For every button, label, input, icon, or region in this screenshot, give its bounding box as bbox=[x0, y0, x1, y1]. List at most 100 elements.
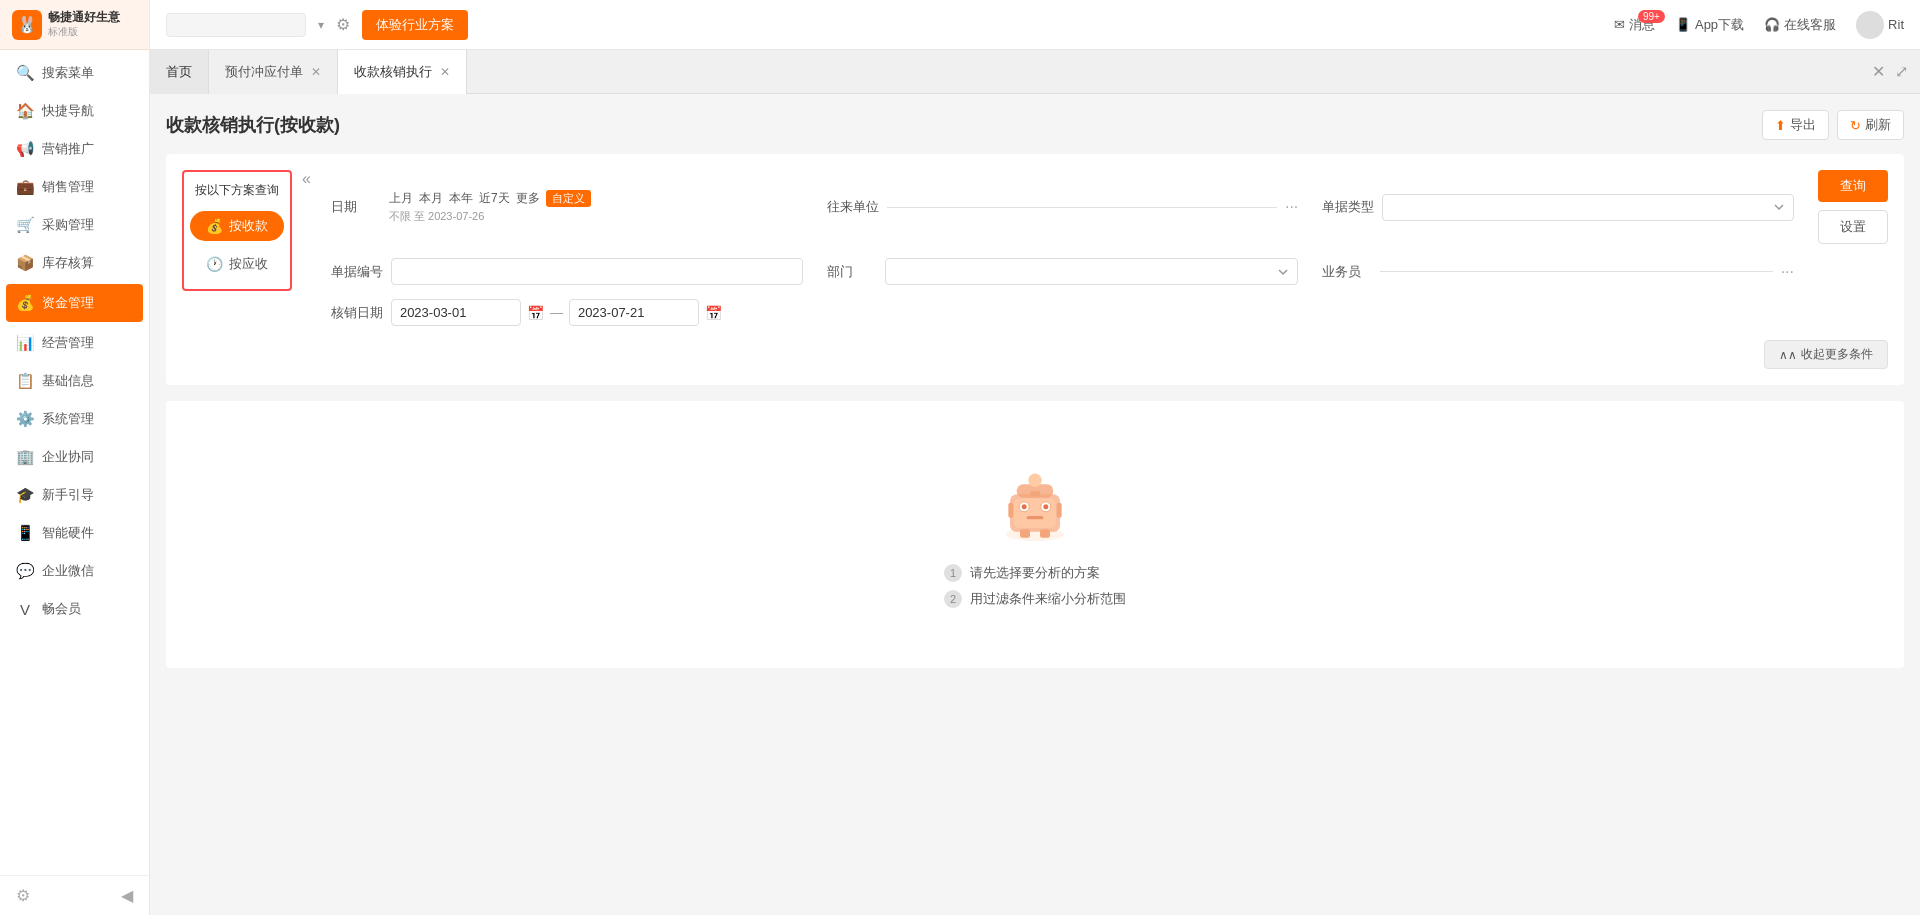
query-btn[interactable]: 查询 bbox=[1818, 170, 1888, 202]
collapse-conditions-btn[interactable]: ∧∧ 收起更多条件 bbox=[1764, 340, 1888, 369]
filter-by-receipt[interactable]: 💰 按收款 bbox=[190, 211, 284, 241]
sidebar-item-purchase[interactable]: 🛒采购管理 bbox=[0, 206, 149, 244]
tab-prepay-label: 预付冲应付单 bbox=[225, 63, 303, 81]
refresh-btn[interactable]: ↻ 刷新 bbox=[1837, 110, 1904, 140]
svg-rect-8 bbox=[1008, 503, 1013, 518]
date-this-month[interactable]: 本月 bbox=[419, 190, 443, 207]
sidebar-icon-enterprise: 🏢 bbox=[16, 448, 34, 466]
export-btn[interactable]: ⬆ 导出 bbox=[1762, 110, 1829, 140]
sidebar-item-finance[interactable]: 💰 资金管理 bbox=[6, 284, 143, 322]
sidebar-icon-sales: 💼 bbox=[16, 178, 34, 196]
sidebar-item-quick-nav[interactable]: 🏠快捷导航 bbox=[0, 92, 149, 130]
collapse-filter-sidebar-btn[interactable]: « bbox=[298, 170, 315, 188]
app-download-label: App下载 bbox=[1695, 16, 1744, 34]
app-icon: 📱 bbox=[1675, 17, 1691, 32]
sidebar-item-member[interactable]: V畅会员 bbox=[0, 590, 149, 628]
date-label: 日期 bbox=[331, 198, 381, 216]
user-display[interactable]: Rit bbox=[1856, 11, 1904, 39]
logo-text: 畅捷通好生意 标准版 bbox=[48, 10, 120, 40]
sidebar-item-wecom[interactable]: 💬企业微信 bbox=[0, 552, 149, 590]
bill-no-input[interactable] bbox=[391, 258, 803, 285]
bill-type-select[interactable] bbox=[1382, 194, 1794, 221]
collapse-sidebar-icon[interactable]: ◀ bbox=[121, 886, 133, 905]
tab-prepay[interactable]: 预付冲应付单 ✕ bbox=[209, 50, 338, 94]
verify-date-start-icon[interactable]: 📅 bbox=[527, 305, 544, 321]
dropdown-icon[interactable]: ▾ bbox=[318, 18, 324, 32]
empty-state: 1 请先选择要分析的方案 2 用过滤条件来缩小分析范围 bbox=[166, 401, 1904, 668]
tip-num-2: 2 bbox=[944, 590, 962, 608]
tip-text-1: 请先选择要分析的方案 bbox=[970, 564, 1100, 582]
filter-group-bill-no: 单据编号 bbox=[331, 258, 803, 285]
filter-row-3: 核销日期 📅 — 📅 bbox=[331, 299, 1888, 326]
sidebar-item-guide[interactable]: 🎓 新手引导 bbox=[0, 476, 149, 514]
sidebar-icon-finance: 💰 bbox=[16, 294, 34, 312]
svg-rect-7 bbox=[1027, 516, 1044, 519]
online-service-btn[interactable]: 🎧 在线客服 bbox=[1764, 16, 1836, 34]
topbar-right: ✉ 消息 99+ 📱 App下载 🎧 在线客服 Rit bbox=[1614, 11, 1904, 39]
topbar-gear-icon[interactable]: ⚙ bbox=[336, 15, 350, 34]
sidebar-item-inventory[interactable]: 📦库存核算 bbox=[0, 244, 149, 282]
setting-btn[interactable]: 设置 bbox=[1818, 210, 1888, 244]
sidebar-label-finance: 资金管理 bbox=[42, 294, 94, 312]
date-last-month[interactable]: 上月 bbox=[389, 190, 413, 207]
maximize-icon[interactable]: ⤢ bbox=[1895, 62, 1908, 81]
message-icon: ✉ bbox=[1614, 17, 1625, 32]
sidebar-icon-guide: 🎓 bbox=[16, 486, 34, 504]
svg-rect-11 bbox=[1040, 529, 1050, 537]
sidebar-icon-member: V bbox=[16, 601, 34, 618]
tab-prepay-close[interactable]: ✕ bbox=[311, 65, 321, 79]
bill-type-label: 单据类型 bbox=[1322, 198, 1374, 216]
sidebar-item-marketing[interactable]: 📢营销推广 bbox=[0, 130, 149, 168]
tab-receipt-close[interactable]: ✕ bbox=[440, 65, 450, 79]
filter-by-receivable[interactable]: 🕐 按应收 bbox=[190, 249, 284, 279]
industry-btn[interactable]: 体验行业方案 bbox=[362, 10, 468, 40]
sidebar-label-wecom: 企业微信 bbox=[42, 562, 94, 580]
sidebar-label-guide: 新手引导 bbox=[42, 486, 94, 504]
salesperson-label: 业务员 bbox=[1322, 263, 1372, 281]
settings-bottom-icon[interactable]: ⚙ bbox=[16, 886, 30, 905]
sidebar-item-enterprise[interactable]: 🏢企业协同 bbox=[0, 438, 149, 476]
messages-btn[interactable]: ✉ 消息 99+ bbox=[1614, 16, 1655, 34]
sidebar-item-operation[interactable]: 📊经营管理 bbox=[0, 324, 149, 362]
verify-date-start[interactable] bbox=[391, 299, 521, 326]
date-custom-tag[interactable]: 自定义 bbox=[546, 190, 591, 207]
date-last-7[interactable]: 近7天 bbox=[479, 190, 510, 207]
logo-icon: 🐰 bbox=[12, 10, 42, 40]
logo-title: 畅捷通好生意 bbox=[48, 10, 120, 26]
salesperson-dots[interactable]: ··· bbox=[1781, 263, 1794, 281]
tab-actions: ✕ ⤢ bbox=[1872, 62, 1920, 81]
tabbar: 首页 预付冲应付单 ✕ 收款核销执行 ✕ ✕ ⤢ bbox=[150, 50, 1920, 94]
sidebar-label-marketing: 营销推广 bbox=[42, 140, 94, 158]
sidebar-label-purchase: 采购管理 bbox=[42, 216, 94, 234]
date-more[interactable]: 更多 bbox=[516, 190, 540, 207]
sidebar-label-sales: 销售管理 bbox=[42, 178, 94, 196]
counterpart-dots[interactable]: ··· bbox=[1285, 198, 1298, 216]
tab-receipt[interactable]: 收款核销执行 ✕ bbox=[338, 50, 467, 94]
verify-date-label: 核销日期 bbox=[331, 304, 383, 322]
filter-row-1: 日期 上月 本月 本年 近7天 更多 自定义 不限 至 2023-07-26 bbox=[331, 170, 1888, 244]
svg-rect-10 bbox=[1020, 529, 1030, 537]
sidebar-item-search-menu[interactable]: 🔍搜索菜单 bbox=[0, 54, 149, 92]
sidebar-icon-inventory: 📦 bbox=[16, 254, 34, 272]
close-window-icon[interactable]: ✕ bbox=[1872, 62, 1885, 81]
sidebar-label-smart-hw: 智能硬件 bbox=[42, 524, 94, 542]
date-this-year[interactable]: 本年 bbox=[449, 190, 473, 207]
logo-area: 🐰 畅捷通好生意 标准版 bbox=[0, 0, 149, 50]
sidebar-item-smart-hw[interactable]: 📱智能硬件 bbox=[0, 514, 149, 552]
user-name: Rit bbox=[1888, 17, 1904, 32]
filter-panel: 按以下方案查询 💰 按收款 🕐 按应收 « 日期 bbox=[166, 154, 1904, 385]
empty-illustration bbox=[985, 461, 1085, 544]
verify-date-end-icon[interactable]: 📅 bbox=[705, 305, 722, 321]
sidebar-item-sales[interactable]: 💼 销售管理 bbox=[0, 168, 149, 206]
tab-home[interactable]: 首页 bbox=[150, 50, 209, 94]
dept-select[interactable] bbox=[885, 258, 1299, 285]
sidebar-item-system[interactable]: ⚙️系统管理 bbox=[0, 400, 149, 438]
dept-label: 部门 bbox=[827, 263, 877, 281]
topbar-left: ▾ ⚙ 体验行业方案 bbox=[166, 10, 468, 40]
filter-by-receivable-label: 按应收 bbox=[229, 255, 268, 273]
app-download-btn[interactable]: 📱 App下载 bbox=[1675, 16, 1744, 34]
receivable-icon: 🕐 bbox=[206, 256, 223, 272]
verify-date-end[interactable] bbox=[569, 299, 699, 326]
sidebar-item-basic-info[interactable]: 📋基础信息 bbox=[0, 362, 149, 400]
brand-search-input[interactable] bbox=[166, 13, 306, 37]
